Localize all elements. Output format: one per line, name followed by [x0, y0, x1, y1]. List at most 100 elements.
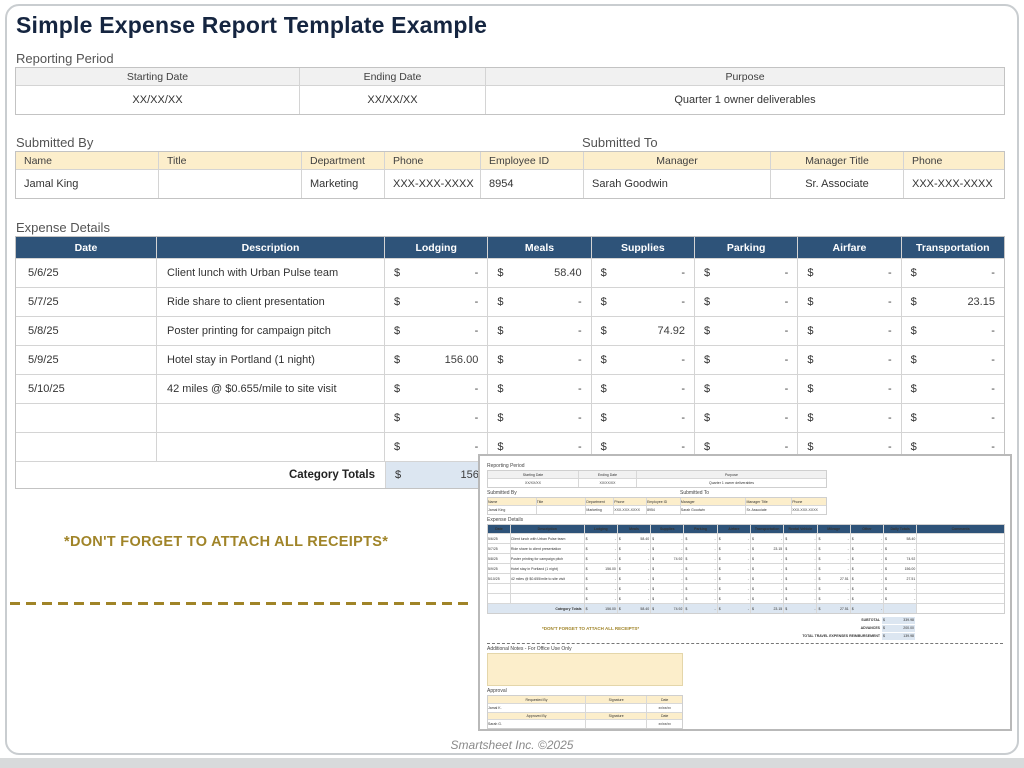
inset-amount-cell: $-: [717, 553, 750, 563]
amount-value: -: [648, 597, 649, 601]
expense-amount-cell: $-: [797, 258, 900, 287]
inset-reporting-value: XX/XX/XX: [488, 478, 578, 487]
amount-value: -: [785, 354, 789, 366]
amount-value: -: [615, 557, 616, 561]
currency-symbol: $: [704, 325, 710, 337]
inset-amount-cell: $-: [816, 583, 849, 593]
currency-symbol: $: [652, 587, 654, 591]
amount-value: -: [991, 441, 995, 453]
amount-value: -: [748, 607, 749, 611]
reporting-period-table: Starting DateEnding DatePurposeXX/XX/XXX…: [15, 67, 1005, 115]
inset-amount-cell: $-: [850, 583, 883, 593]
currency-symbol: $: [752, 567, 754, 571]
amount-value: 74.92: [657, 325, 685, 337]
inset-amount-cell: $-: [650, 563, 683, 573]
expense-amount-cell: $-: [694, 258, 797, 287]
currency-symbol: $: [752, 597, 754, 601]
expense-description-cell: Ride share to client presentation: [156, 287, 384, 316]
bottom-strip: [0, 758, 1024, 768]
inset-summary: SUBTOTAL$339.98ADVANCES$200.00TOTAL TRAV…: [639, 616, 1003, 640]
expense-amount-cell: $-: [487, 374, 590, 403]
amount-value: -: [848, 547, 849, 551]
currency-symbol: $: [818, 587, 820, 591]
amount-value: -: [681, 577, 682, 581]
amount-value: -: [715, 577, 716, 581]
inset-row: Requested BySignatureDate: [488, 696, 682, 703]
inset-amount-cell: $-: [883, 543, 916, 553]
inset-amount-cell: $-: [783, 543, 816, 553]
currency-symbol: $: [586, 537, 588, 541]
currency-symbol: $: [586, 607, 588, 611]
expense-amount-cell: $58.40: [487, 258, 590, 287]
amount-value: -: [615, 597, 616, 601]
inset-submitted-header: Manager: [680, 498, 746, 505]
expense-amount-cell: $-: [797, 316, 900, 345]
inset-expense-header: Rental Vehicle: [783, 525, 816, 533]
currency-symbol: $: [911, 441, 917, 453]
amount-value: 23.15: [967, 296, 995, 308]
inset-expense-header: Transportation: [750, 525, 783, 533]
table-row: XX/XX/XXXX/XX/XXQuarter 1 owner delivera…: [16, 85, 1004, 114]
amount-value: -: [914, 597, 915, 601]
amount-value: -: [914, 547, 915, 551]
amount-value: -: [848, 557, 849, 561]
amount-value: 58.40: [907, 537, 916, 541]
inset-amount-cell: $-: [783, 573, 816, 583]
inset-amount-cell: $-: [783, 553, 816, 563]
expense-amount-cell: $-: [487, 345, 590, 374]
expense-date-cell: 5/6/25: [16, 258, 156, 287]
inset-submitted-header: Department: [585, 498, 613, 505]
inset-expense-label: Expense Details: [487, 517, 1003, 523]
currency-symbol: $: [497, 441, 503, 453]
inset-amount-cell: $-: [717, 593, 750, 603]
reporting-header-starting-date: Starting Date: [16, 68, 299, 85]
table-row: Jamal KingMarketingXXX-XXX-XXXX8954Sarah…: [16, 169, 1004, 198]
inset-expense-date: [488, 593, 510, 603]
inset-reporting-label: Reporting Period: [487, 463, 1003, 469]
expense-date-cell: 5/10/25: [16, 374, 156, 403]
amount-value: -: [814, 557, 815, 561]
currency-symbol: $: [807, 383, 813, 395]
inset-submitted-header: Employee ID: [646, 498, 680, 505]
currency-symbol: $: [911, 354, 917, 366]
amount-value: -: [781, 577, 782, 581]
amount-value: -: [648, 587, 649, 591]
currency-symbol: $: [601, 296, 607, 308]
amount-value: -: [578, 441, 582, 453]
currency-symbol: $: [704, 383, 710, 395]
currency-symbol: $: [652, 607, 654, 611]
currency-symbol: $: [685, 557, 687, 561]
inset-submitted-header: Title: [536, 498, 586, 505]
amount-value: -: [748, 597, 749, 601]
inset-notes-box: [487, 653, 683, 686]
inset-approval-header: Signature: [585, 712, 646, 719]
inset-amount-cell: $-: [816, 563, 849, 573]
inset-expense-comment: [916, 603, 1004, 613]
inset-expense-header: Airfare: [717, 525, 750, 533]
inset-summary-label: SUBTOTAL: [861, 618, 880, 622]
amount-value: -: [814, 537, 815, 541]
currency-symbol: $: [652, 577, 654, 581]
currency-symbol: $: [619, 567, 621, 571]
inset-amount-cell: $-: [850, 553, 883, 563]
table-row: $-$-$-$-$-$-: [16, 403, 1004, 432]
expense-date-cell: 5/9/25: [16, 345, 156, 374]
currency-symbol: $: [719, 537, 721, 541]
amount-value: -: [888, 325, 892, 337]
amount-value: -: [681, 267, 685, 279]
currency-symbol: $: [704, 441, 710, 453]
amount-value: -: [648, 567, 649, 571]
inset-submitted-value: Jamal King: [488, 505, 536, 514]
amount-value: -: [991, 383, 995, 395]
inset-expense-header: Date: [488, 525, 510, 533]
currency-symbol: $: [619, 607, 621, 611]
inset-expense-header: Mileage: [817, 525, 850, 533]
submitted-header-phone: Phone: [384, 152, 480, 169]
amount-value: 27.51: [907, 577, 916, 581]
currency-symbol: $: [394, 267, 400, 279]
currency-symbol: $: [586, 577, 588, 581]
amount-value: -: [785, 412, 789, 424]
expense-description-cell: Hotel stay in Portland (1 night): [156, 345, 384, 374]
submitted-header-department: Department: [301, 152, 384, 169]
currency-symbol: $: [852, 607, 854, 611]
